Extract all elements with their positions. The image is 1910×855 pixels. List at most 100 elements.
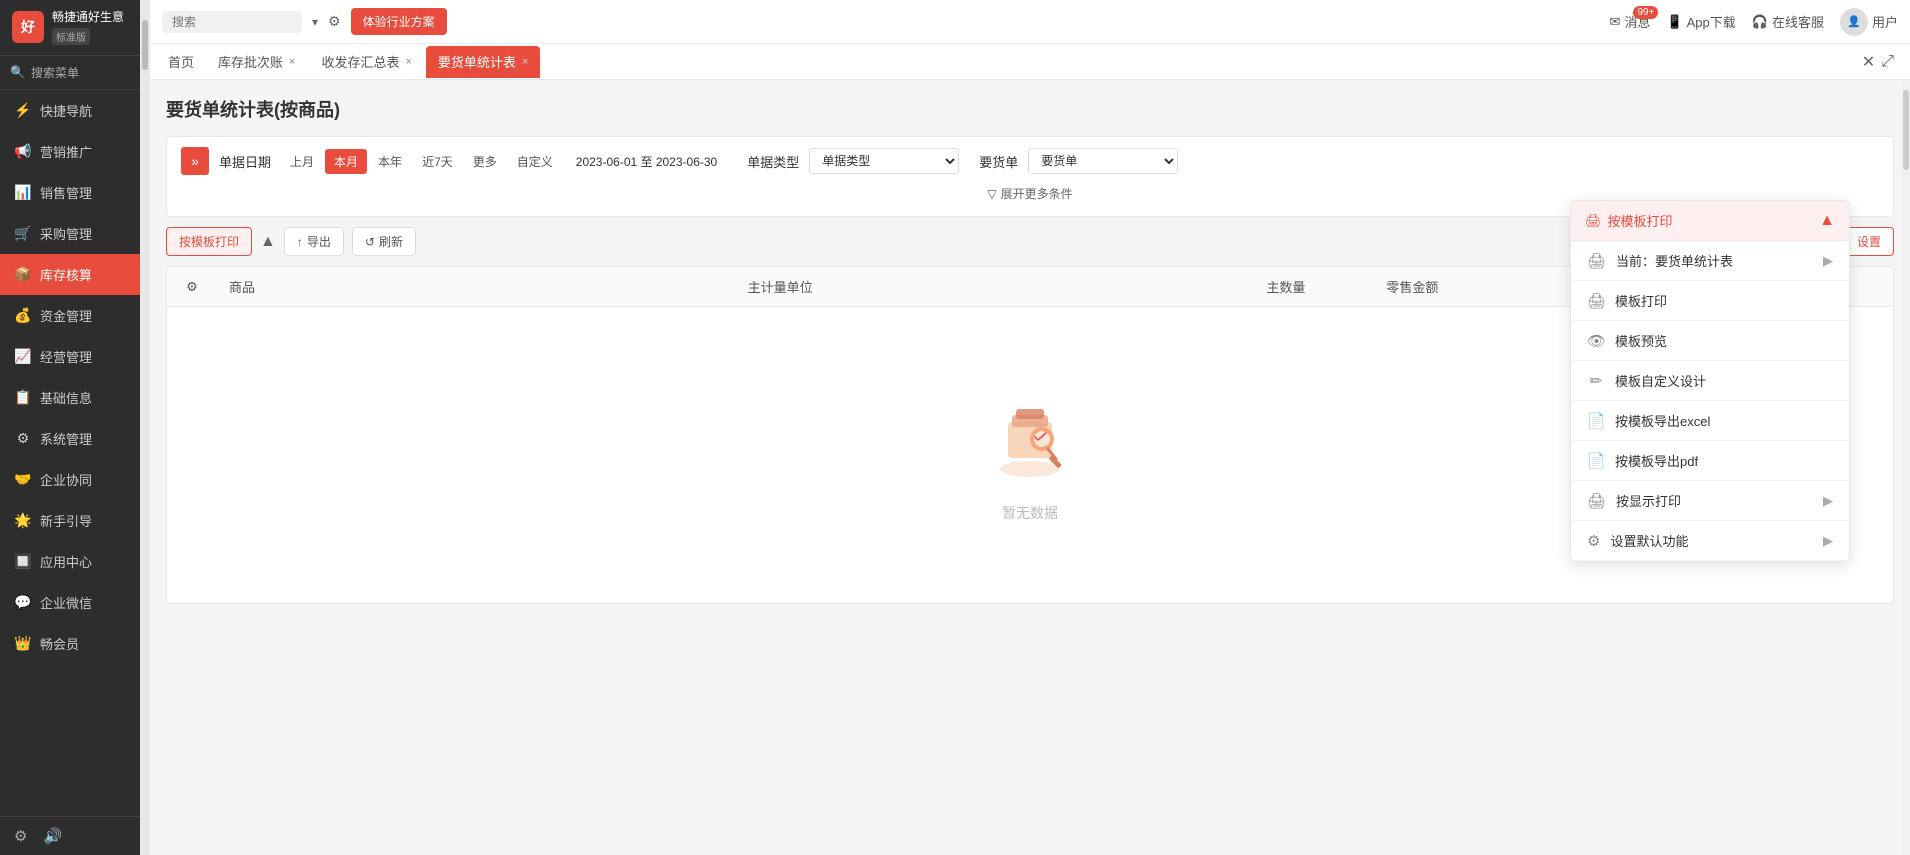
sidebar-item-guide[interactable]: 🌟 新手引导 [0,500,140,541]
sidebar-item-label: 系统管理 [40,429,92,448]
template-dropdown: 🖨 按模板打印 ▲ 🖨 当前：要货单统计表 ▶ 🖨 模板打印 👁 模板预览 [1570,200,1850,562]
date-custom[interactable]: 自定义 [508,149,562,174]
print-btn[interactable]: 按模板打印 [166,227,252,256]
inventory-icon: 📦 [14,265,32,283]
order-customer-label: 要货单 [979,152,1018,171]
refresh-icon: ↺ [365,235,375,249]
order-type-select[interactable]: 单据类型 [809,148,959,174]
sidebar-search[interactable]: 🔍 搜索菜单 [0,56,140,90]
settings-icon[interactable]: ⚙ [14,827,27,845]
app-download-btn[interactable]: 📱 App下载 [1666,12,1735,31]
tabs-right-actions: ✕ ⤢ [1862,52,1902,72]
refresh-btn[interactable]: ↺ 刷新 [352,227,416,256]
expand-more-btn[interactable]: ▽ 展开更多条件 [979,181,1080,206]
settings-btn[interactable]: 设置 [1844,227,1894,256]
sidebar-item-wechat[interactable]: 💬 企业微信 [0,582,140,623]
main-content: ▾ ⚙ 体验行业方案 ✉ 消息 99+ 📱 App下载 🎧 在线客服 👤 用户 [150,0,1910,855]
date-toggle-group: 上月 本月 本年 近7天 更多 自定义 [281,149,562,174]
date-current-month[interactable]: 本月 [325,149,367,174]
set-default-text: 设置默认功能 [1610,531,1688,550]
topbar-dropdown-icon[interactable]: ▾ [312,15,318,29]
avatar-icon: 👤 [1840,8,1868,36]
tab-order-stats-close[interactable]: × [522,56,528,68]
topbar-gear-icon[interactable]: ⚙ [328,13,341,30]
sidebar-item-system[interactable]: ⚙ 系统管理 [0,418,140,459]
th-unit: 主计量单位 [736,277,1255,296]
date-filter-label: 单据日期 [219,152,271,171]
order-customer-select[interactable]: 要货单 [1028,148,1178,174]
sidebar-item-apps[interactable]: 🔲 应用中心 [0,541,140,582]
set-default-item[interactable]: ⚙ 设置默认功能 ▶ [1571,521,1849,561]
app-name: 畅捷通好生意 [52,10,124,26]
refresh-label: 刷新 [379,233,403,250]
sidebar-item-marketing[interactable]: 📢 营销推广 [0,131,140,172]
date-current-year[interactable]: 本年 [369,149,411,174]
template-design-item[interactable]: ✏ 模板自定义设计 [1571,361,1849,401]
th-product: 商品 [217,277,736,296]
sidebar-item-collab[interactable]: 🤝 企业协同 [0,459,140,500]
expand-more-label: 展开更多条件 [1001,185,1073,202]
template-export-pdf-item[interactable]: 📄 按模板导出pdf [1571,441,1849,481]
sidebar-item-basic-info[interactable]: 📋 基础信息 [0,377,140,418]
export-btn[interactable]: ↑ 导出 [284,227,344,256]
tab-home[interactable]: 首页 [158,46,204,78]
trial-btn[interactable]: 体验行业方案 [351,8,447,35]
sidebar-item-label: 基础信息 [40,388,92,407]
template-print-label: 模板打印 [1615,291,1667,310]
app-tag: 标准版 [52,28,90,45]
sound-icon[interactable]: 🔊 [43,827,62,845]
display-print-item[interactable]: 🖨 按显示打印 ▶ [1571,481,1849,521]
date-last-7-days[interactable]: 近7天 [413,149,462,174]
print-dropdown-icon[interactable]: ▲ [260,233,276,251]
search-label: 搜索菜单 [31,64,79,81]
tab-receivables[interactable]: 收发存汇总表 × [309,46,423,78]
logo-icon: 好 [12,11,44,43]
date-prev-month[interactable]: 上月 [281,149,323,174]
filter-row: » 单据日期 上月 本月 本年 近7天 更多 自定义 2023-06-01 至 … [181,147,1879,175]
sidebar-item-label: 销售管理 [40,183,92,202]
page-title: 要货单统计表(按商品) [166,96,1894,122]
sidebar-item-label: 畅会员 [40,634,79,653]
template-preview-item[interactable]: 👁 模板预览 [1571,321,1849,361]
sidebar-item-label: 营销推广 [40,142,92,161]
sidebar-item-member[interactable]: 👑 畅会员 [0,623,140,664]
sidebar-scrollbar[interactable] [140,0,150,855]
tab-inventory-batch[interactable]: 库存批次账 × [206,46,307,78]
download-icon: 📱 [1666,14,1682,30]
template-preview-icon: 👁 [1587,332,1605,350]
template-dropdown-close-btn[interactable]: ▲ [1819,212,1835,230]
sidebar-item-inventory[interactable]: 📦 库存核算 [0,254,140,295]
filter-expand-icon[interactable]: » [181,147,209,175]
marketing-icon: 📢 [14,142,32,160]
tab-order-stats[interactable]: 要货单统计表 × [426,46,540,78]
sidebar-item-label: 采购管理 [40,224,92,243]
sidebar-item-finance[interactable]: 💰 资金管理 [0,295,140,336]
set-default-icon: ⚙ [1587,532,1600,550]
tab-receivables-close[interactable]: × [405,56,411,68]
sidebar-item-label: 新手引导 [40,511,92,530]
date-more[interactable]: 更多 [464,149,506,174]
tabs-close-icon[interactable]: ✕ [1862,52,1875,72]
message-btn[interactable]: ✉ 消息 99+ [1610,12,1651,31]
template-excel-icon: 📄 [1587,412,1605,430]
template-print-item[interactable]: 🖨 模板打印 [1571,281,1849,321]
online-service-label: 在线客服 [1772,12,1824,31]
tab-inventory-batch-close[interactable]: × [289,56,295,68]
sidebar-item-quick-nav[interactable]: ⚡ 快捷导航 [0,90,140,131]
display-print-text: 按显示打印 [1616,491,1681,510]
tabs-expand-icon[interactable]: ⤢ [1881,53,1894,71]
sidebar-item-purchase[interactable]: 🛒 采购管理 [0,213,140,254]
right-scrollbar[interactable] [1902,80,1910,855]
date-range-value: 2023-06-01 至 2023-06-30 [576,153,717,170]
topbar-search-input[interactable] [162,11,302,33]
topbar: ▾ ⚙ 体验行业方案 ✉ 消息 99+ 📱 App下载 🎧 在线客服 👤 用户 [150,0,1910,44]
user-avatar[interactable]: 👤 用户 [1840,8,1898,36]
sidebar-item-sales[interactable]: 📊 销售管理 [0,172,140,213]
online-service-btn[interactable]: 🎧 在线客服 [1752,12,1824,31]
operations-icon: 📈 [14,347,32,365]
th-gear[interactable]: ⚙ [167,279,217,295]
sidebar-item-operations[interactable]: 📈 经营管理 [0,336,140,377]
template-export-excel-item[interactable]: 📄 按模板导出excel [1571,401,1849,441]
headset-icon: 🎧 [1752,14,1768,30]
current-template-item[interactable]: 🖨 当前：要货单统计表 ▶ [1571,241,1849,281]
